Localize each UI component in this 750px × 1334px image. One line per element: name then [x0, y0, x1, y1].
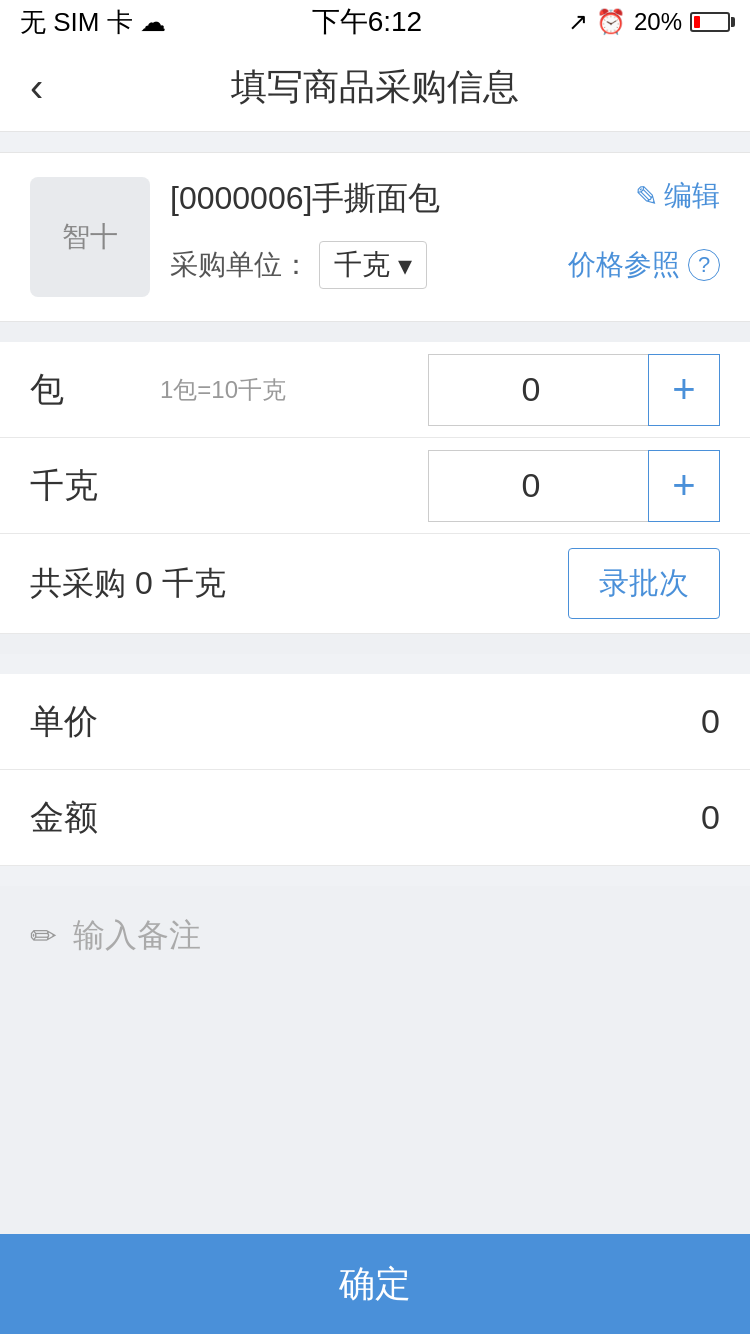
- amount-label: 金额: [30, 795, 98, 841]
- bag-sublabel: 1包=10千克: [160, 374, 286, 406]
- product-info: [0000006]手撕面包 ✎ 编辑 采购单位： 千克 ▾ 价格参照 ?: [170, 177, 720, 289]
- nav-bar: ‹ 填写商品采购信息: [0, 44, 750, 132]
- status-bar: 无 SIM 卡 ☁ 下午6:12 ↗ ⏰ 20%: [0, 0, 750, 44]
- battery-percent: 20%: [634, 8, 682, 36]
- bag-plus-button[interactable]: +: [648, 354, 720, 426]
- unit-price-value: 0: [701, 702, 720, 741]
- back-button[interactable]: ‹: [30, 55, 53, 120]
- edit-icon: ✎: [635, 180, 658, 213]
- pencil-icon: ✏: [30, 917, 57, 955]
- status-time: 下午6:12: [312, 3, 423, 41]
- product-logo-text: 智十: [62, 218, 118, 256]
- kg-label: 千克: [30, 463, 150, 509]
- product-name: [0000006]手撕面包: [170, 177, 440, 221]
- kg-row: 千克 +: [0, 438, 750, 534]
- battery-icon: [690, 12, 730, 32]
- edit-button[interactable]: ✎ 编辑: [635, 177, 720, 215]
- location-icon: ↗: [568, 8, 588, 36]
- help-icon: ?: [688, 249, 720, 281]
- product-image: 智十: [30, 177, 150, 297]
- confirm-button[interactable]: 确定: [0, 1234, 750, 1334]
- bag-input-area: +: [286, 354, 720, 426]
- product-header: [0000006]手撕面包 ✎ 编辑: [170, 177, 720, 221]
- unit-selector-area: 采购单位： 千克 ▾: [170, 241, 427, 289]
- form-section: 包 1包=10千克 + 千克 + 共采购 0 千克 录批次: [0, 342, 750, 634]
- unit-label: 采购单位：: [170, 249, 310, 280]
- page-title: 填写商品采购信息: [231, 63, 519, 112]
- amount-value: 0: [701, 798, 720, 837]
- alarm-icon: ⏰: [596, 8, 626, 36]
- unit-dropdown[interactable]: 千克 ▾: [319, 241, 427, 289]
- unit-price-row: 单价 0: [0, 674, 750, 770]
- product-unit-row: 采购单位： 千克 ▾ 价格参照 ?: [170, 241, 720, 289]
- status-right: ↗ ⏰ 20%: [568, 8, 730, 36]
- batch-button[interactable]: 录批次: [568, 548, 720, 619]
- bag-label: 包: [30, 367, 150, 413]
- total-text: 共采购 0 千克: [30, 562, 226, 606]
- amount-row: 金额 0: [0, 770, 750, 866]
- chevron-down-icon: ▾: [398, 249, 412, 282]
- kg-input-area: +: [150, 450, 720, 522]
- kg-plus-button[interactable]: +: [648, 450, 720, 522]
- kg-input[interactable]: [428, 450, 648, 522]
- bag-row: 包 1包=10千克 +: [0, 342, 750, 438]
- section-divider-1: [0, 322, 750, 342]
- remark-section[interactable]: ✏ 输入备注: [0, 886, 750, 986]
- bag-input[interactable]: [428, 354, 648, 426]
- empty-content-area: [0, 986, 750, 1246]
- product-card: 智十 [0000006]手撕面包 ✎ 编辑 采购单位： 千克 ▾: [0, 152, 750, 322]
- status-left: 无 SIM 卡 ☁: [20, 5, 166, 40]
- price-ref-button[interactable]: 价格参照 ?: [568, 246, 720, 284]
- sim-status: 无 SIM 卡 ☁: [20, 5, 166, 40]
- unit-price-label: 单价: [30, 699, 98, 745]
- section-divider-2: [0, 634, 750, 654]
- price-section: 单价 0 金额 0: [0, 674, 750, 866]
- total-row: 共采购 0 千克 录批次: [0, 534, 750, 634]
- remark-placeholder: 输入备注: [73, 914, 201, 958]
